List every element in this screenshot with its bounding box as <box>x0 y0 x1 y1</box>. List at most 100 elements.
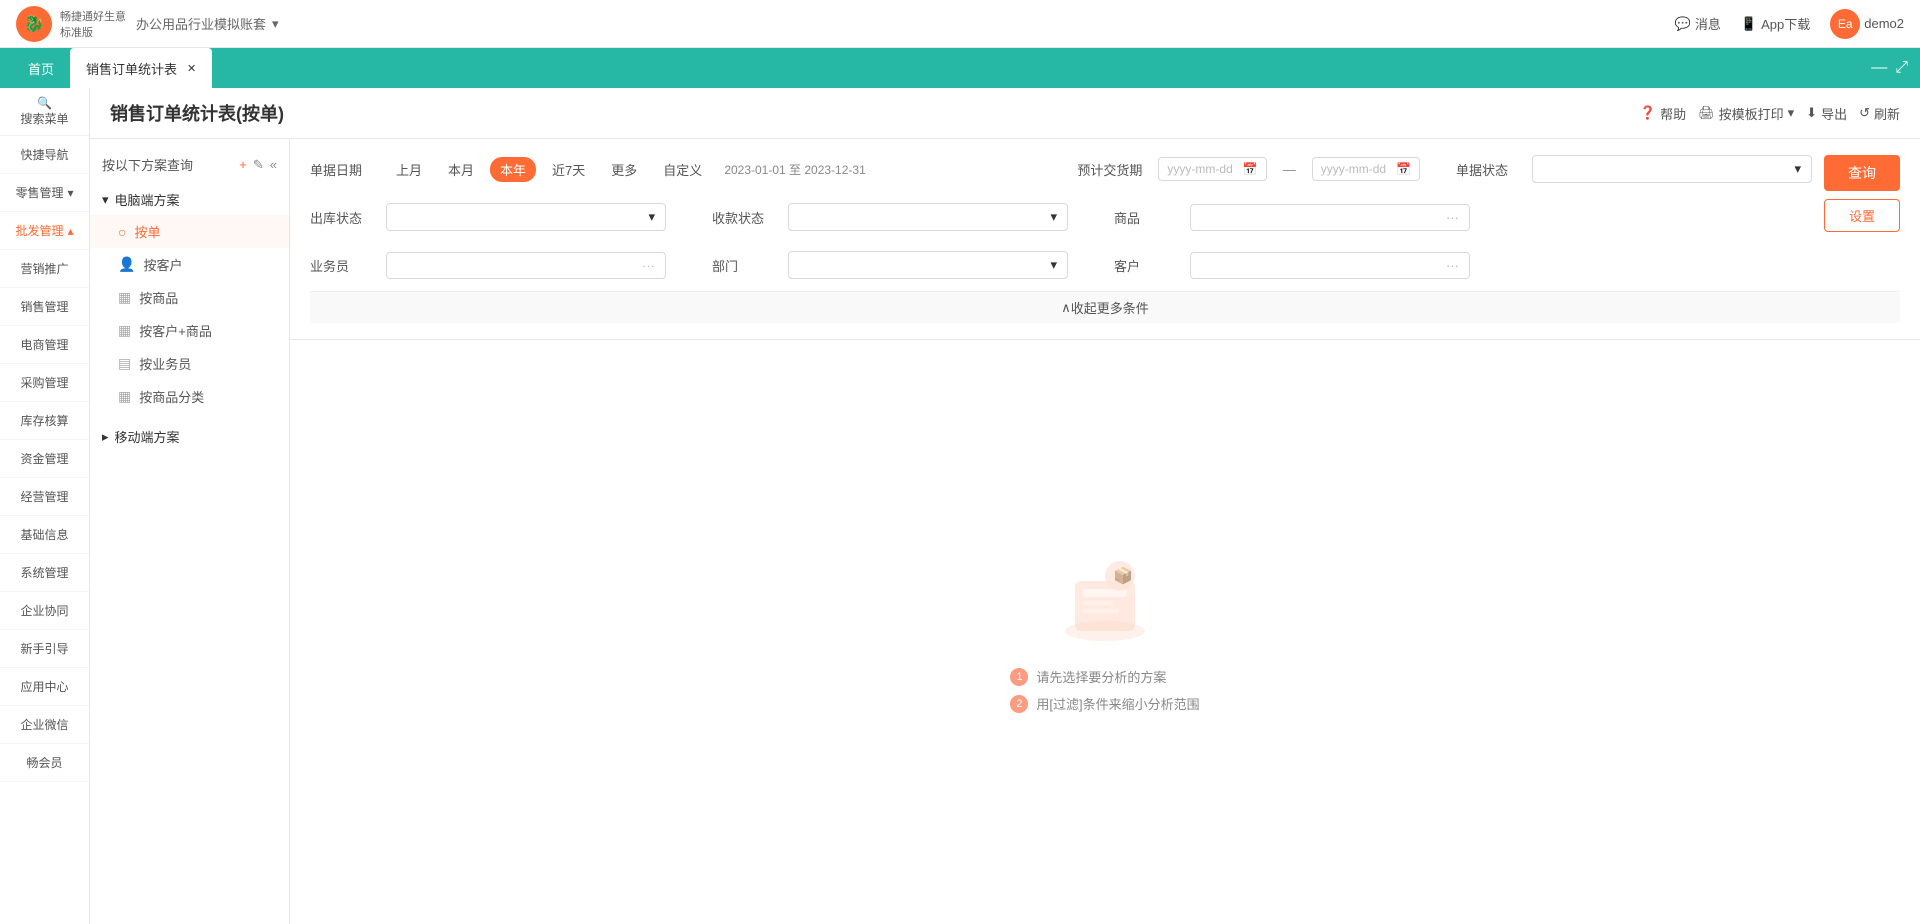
date-label: 单据日期 <box>310 160 370 179</box>
tab-sales-order-stats[interactable]: 销售订单统计表 ✕ <box>70 48 212 88</box>
tab-close-icon[interactable]: ✕ <box>187 62 196 75</box>
header-left: 🐉 畅捷通好生意 标准版 办公用品行业模拟账套 ▾ <box>16 6 279 42</box>
expected-date-label: 预计交货期 <box>1077 160 1142 179</box>
logo-text: 畅捷通好生意 标准版 <box>60 8 126 40</box>
sidebar-item-purchase[interactable]: 采购管理 <box>0 364 89 402</box>
user-menu[interactable]: Ea demo2 <box>1830 9 1904 39</box>
shortcut-this-year[interactable]: 本年 <box>490 157 536 182</box>
scheme-group-header-mobile[interactable]: ▸ 移动端方案 <box>90 421 289 452</box>
sidebar-item-wholesale[interactable]: 批发管理 ▴ <box>0 212 89 250</box>
scheme-group-header-pc[interactable]: ▾ 电脑端方案 <box>90 184 289 215</box>
scheme-item-by-salesman[interactable]: ▤ 按业务员 <box>90 347 289 380</box>
delivery-label: 出库状态 <box>310 208 370 227</box>
scheme-group-mobile: ▸ 移动端方案 <box>90 417 289 456</box>
scheme-icon-cust-prod: ▦ <box>118 322 131 339</box>
customer-input[interactable]: ··· <box>1190 252 1470 279</box>
query-btn-area: 查询 设置 <box>1824 155 1900 232</box>
logo-area: 🐉 畅捷通好生意 标准版 <box>16 6 126 42</box>
content-area: 销售订单统计表(按单) ❓ 帮助 🖨 按模板打印 ▾ ⬇ 导出 ↺ 刷新 <box>90 88 1920 924</box>
sidebar-item-retail[interactable]: 零售管理 ▾ <box>0 174 89 212</box>
empty-state: 📦 1 请先选择要分析的方案 2 用[过滤]条件来缩小分析范围 <box>290 340 1920 924</box>
tab-bar-right: — ⤢ <box>1871 59 1908 77</box>
calendar-icon: 📅 <box>1243 162 1258 176</box>
export-icon: ⬇ <box>1806 105 1817 121</box>
sidebar-item-enterprise[interactable]: 企业协同 <box>0 592 89 630</box>
sidebar-item-system[interactable]: 系统管理 <box>0 554 89 592</box>
scheme-item-by-category[interactable]: ▦ 按商品分类 <box>90 380 289 413</box>
single-status-label: 单据状态 <box>1456 160 1516 179</box>
tab-home[interactable]: 首页 <box>12 48 70 88</box>
scheme-icon-product: ▦ <box>118 289 131 306</box>
scheme-item-by-product[interactable]: ▦ 按商品 <box>90 281 289 314</box>
refresh-btn[interactable]: ↺ 刷新 <box>1859 104 1900 123</box>
sidebar-item-operation[interactable]: 经营管理 <box>0 478 89 516</box>
logo-icon: 🐉 <box>16 6 52 42</box>
main-layout: 🔍 搜索菜单 快捷导航 零售管理 ▾ 批发管理 ▴ 营销推广 销售管理 电商管理… <box>0 88 1920 924</box>
export-btn[interactable]: ⬇ 导出 <box>1806 104 1847 123</box>
sidebar-item-basic[interactable]: 基础信息 <box>0 516 89 554</box>
breadcrumb[interactable]: 办公用品行业模拟账套 ▾ <box>136 14 279 33</box>
scheme-item-by-cust-prod[interactable]: ▦ 按客户+商品 <box>90 314 289 347</box>
expected-date-end[interactable]: yyyy-mm-dd 📅 <box>1312 157 1420 181</box>
collapse-icon: ∧ <box>1061 300 1071 316</box>
chevron-up-icon: ▴ <box>67 224 73 238</box>
sidebar-item-marketing[interactable]: 营销推广 <box>0 250 89 288</box>
sidebar-item-inventory[interactable]: 库存核算 <box>0 402 89 440</box>
scheme-group-pc: ▾ 电脑端方案 ○ 按单 👤 按客户 ▦ 按商品 <box>90 180 289 417</box>
help-btn[interactable]: ❓ 帮助 <box>1640 104 1686 123</box>
help-icon: ❓ <box>1640 105 1656 121</box>
payment-status-select[interactable]: ▾ <box>788 203 1068 231</box>
scheme-item-by-customer[interactable]: 👤 按客户 <box>90 248 289 281</box>
product-input[interactable]: ··· <box>1190 204 1470 231</box>
breadcrumb-chevron-icon: ▾ <box>272 16 279 32</box>
print-btn[interactable]: 🖨 按模板打印 ▾ <box>1698 104 1794 123</box>
expected-date-start[interactable]: yyyy-mm-dd 📅 <box>1158 157 1266 181</box>
filter-row-date: 单据日期 上月 本月 本年 近7天 更多 自定义 2023-01-01 至 20… <box>310 155 1812 183</box>
dept-select[interactable]: ▾ <box>788 251 1068 279</box>
customer-label: 客户 <box>1114 256 1174 275</box>
empty-hints: 1 请先选择要分析的方案 2 用[过滤]条件来缩小分析范围 <box>1010 667 1199 713</box>
sidebar: 🔍 搜索菜单 快捷导航 零售管理 ▾ 批发管理 ▴ 营销推广 销售管理 电商管理… <box>0 88 90 924</box>
sidebar-item-member[interactable]: 畅会员 <box>0 744 89 782</box>
sidebar-item-finance[interactable]: 资金管理 <box>0 440 89 478</box>
query-btn[interactable]: 查询 <box>1824 155 1900 191</box>
salesman-label: 业务员 <box>310 256 370 275</box>
left-panel-header: 按以下方案查询 + ✎ « <box>90 149 289 180</box>
sidebar-item-weixin[interactable]: 企业微信 <box>0 706 89 744</box>
shortcut-last-7[interactable]: 近7天 <box>542 157 595 182</box>
window-maximize-btn[interactable]: ⤢ <box>1895 59 1908 77</box>
salesman-input[interactable]: ··· <box>386 252 666 279</box>
shortcut-prev-month[interactable]: 上月 <box>386 157 432 182</box>
collapse-btn[interactable]: ∧ 收起更多条件 <box>310 291 1900 323</box>
print-icon: 🖨 <box>1698 105 1715 121</box>
shortcut-custom[interactable]: 自定义 <box>653 157 712 182</box>
window-minimize-btn[interactable]: — <box>1871 59 1887 77</box>
message-btn[interactable]: 💬 消息 <box>1675 14 1721 33</box>
sidebar-search[interactable]: 🔍 搜索菜单 <box>0 88 89 136</box>
page-actions: ❓ 帮助 🖨 按模板打印 ▾ ⬇ 导出 ↺ 刷新 <box>1640 104 1900 135</box>
top-header: 🐉 畅捷通好生意 标准版 办公用品行业模拟账套 ▾ 💬 消息 📱 App下载 E… <box>0 0 1920 48</box>
shortcut-this-month[interactable]: 本月 <box>438 157 484 182</box>
scheme-item-by-order[interactable]: ○ 按单 <box>90 215 289 248</box>
setting-btn[interactable]: 设置 <box>1824 199 1900 232</box>
app-download-btn[interactable]: 📱 App下载 <box>1741 14 1810 33</box>
collapse-panel-btn[interactable]: « <box>270 157 277 173</box>
sidebar-item-newbie[interactable]: 新手引导 <box>0 630 89 668</box>
single-status-select[interactable]: ▾ <box>1532 155 1812 183</box>
avatar: Ea <box>1830 9 1860 39</box>
edit-scheme-btn[interactable]: ✎ <box>253 157 264 173</box>
tab-bar: 首页 销售订单统计表 ✕ — ⤢ <box>0 48 1920 88</box>
chevron-down-icon: ▾ <box>1050 209 1057 225</box>
right-content: 单据日期 上月 本月 本年 近7天 更多 自定义 2023-01-01 至 20… <box>290 139 1920 924</box>
delivery-status-select[interactable]: ▾ <box>386 203 666 231</box>
add-scheme-btn[interactable]: + <box>239 157 247 173</box>
sidebar-item-sales[interactable]: 销售管理 <box>0 288 89 326</box>
sidebar-item-appstore[interactable]: 应用中心 <box>0 668 89 706</box>
sidebar-item-quicknav[interactable]: 快捷导航 <box>0 136 89 174</box>
sidebar-item-ecommerce[interactable]: 电商管理 <box>0 326 89 364</box>
date-range-text: 2023-01-01 至 2023-12-31 <box>724 161 865 178</box>
scheme-icon-customer: 👤 <box>118 256 135 273</box>
calendar-icon-2: 📅 <box>1396 162 1411 176</box>
shortcut-more[interactable]: 更多 <box>601 157 647 182</box>
product-label: 商品 <box>1114 208 1174 227</box>
